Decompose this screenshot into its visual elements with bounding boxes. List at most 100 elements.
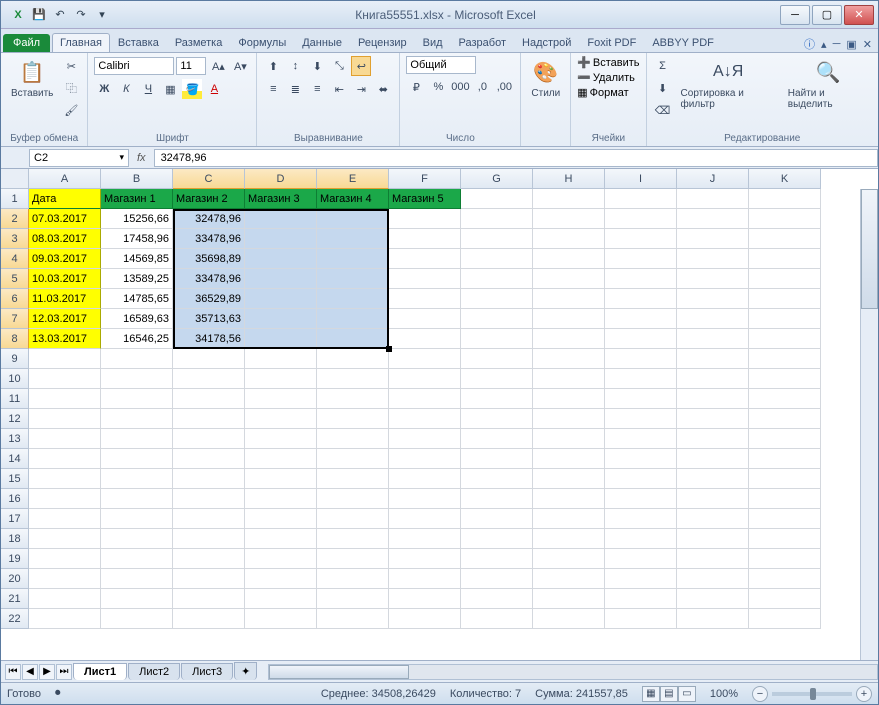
cell[interactable]	[317, 569, 389, 589]
cell[interactable]	[461, 229, 533, 249]
cell[interactable]	[605, 349, 677, 369]
format-painter-icon[interactable]: 🖌	[61, 100, 81, 120]
cell[interactable]	[389, 309, 461, 329]
bold-icon[interactable]: Ж	[94, 79, 114, 99]
tab-review[interactable]: Рецензир	[350, 33, 415, 52]
cell[interactable]	[245, 269, 317, 289]
tab-developer[interactable]: Разработ	[451, 33, 514, 52]
col-header-C[interactable]: C	[173, 169, 245, 189]
cell[interactable]	[677, 369, 749, 389]
cell[interactable]	[749, 389, 821, 409]
cell[interactable]	[317, 489, 389, 509]
cell[interactable]	[605, 229, 677, 249]
cell[interactable]	[605, 529, 677, 549]
cell[interactable]	[101, 589, 173, 609]
cell[interactable]	[605, 389, 677, 409]
row-header-22[interactable]: 22	[1, 609, 29, 629]
col-header-G[interactable]: G	[461, 169, 533, 189]
cell[interactable]: 33478,96	[173, 269, 245, 289]
cell[interactable]	[317, 229, 389, 249]
cell[interactable]	[461, 509, 533, 529]
cell[interactable]	[389, 429, 461, 449]
zoom-level[interactable]: 100%	[710, 688, 738, 700]
col-header-F[interactable]: F	[389, 169, 461, 189]
orientation-icon[interactable]: ⤡	[329, 56, 349, 76]
cell[interactable]	[173, 609, 245, 629]
tab-insert[interactable]: Вставка	[110, 33, 167, 52]
cell[interactable]	[461, 389, 533, 409]
cell[interactable]	[461, 589, 533, 609]
italic-icon[interactable]: К	[116, 79, 136, 99]
cell[interactable]	[605, 589, 677, 609]
cell[interactable]	[389, 369, 461, 389]
tab-layout[interactable]: Разметка	[167, 33, 231, 52]
cell[interactable]	[605, 369, 677, 389]
zoom-out-button[interactable]: −	[752, 686, 768, 702]
cell[interactable]: 09.03.2017	[29, 249, 101, 269]
cell[interactable]	[29, 609, 101, 629]
cell[interactable]	[389, 489, 461, 509]
cell[interactable]	[317, 269, 389, 289]
comma-icon[interactable]: 000	[450, 77, 470, 97]
cell[interactable]	[749, 609, 821, 629]
cell[interactable]	[245, 569, 317, 589]
cell[interactable]	[461, 269, 533, 289]
cell[interactable]	[461, 289, 533, 309]
macro-record-icon[interactable]: ⏺	[55, 687, 61, 700]
cell[interactable]	[317, 389, 389, 409]
cell[interactable]: 33478,96	[173, 229, 245, 249]
select-all-corner[interactable]	[1, 169, 29, 189]
row-header-1[interactable]: 1	[1, 189, 29, 209]
cell[interactable]	[245, 289, 317, 309]
number-format-combo[interactable]: Общий	[406, 56, 476, 74]
cell[interactable]	[389, 449, 461, 469]
cell[interactable]	[749, 489, 821, 509]
cell[interactable]	[173, 409, 245, 429]
cell[interactable]	[389, 389, 461, 409]
cell[interactable]: Магазин 4	[317, 189, 389, 209]
cell[interactable]	[605, 209, 677, 229]
cell[interactable]	[389, 569, 461, 589]
cell[interactable]: Магазин 2	[173, 189, 245, 209]
cell[interactable]	[533, 449, 605, 469]
cell[interactable]	[605, 509, 677, 529]
row-header-14[interactable]: 14	[1, 449, 29, 469]
cell[interactable]	[605, 569, 677, 589]
cell[interactable]	[389, 509, 461, 529]
cell[interactable]	[677, 469, 749, 489]
cell[interactable]	[317, 209, 389, 229]
cell[interactable]	[533, 429, 605, 449]
cell[interactable]	[389, 209, 461, 229]
cell[interactable]	[677, 429, 749, 449]
cell[interactable]	[245, 509, 317, 529]
cell[interactable]	[317, 609, 389, 629]
cell[interactable]	[389, 469, 461, 489]
cell[interactable]	[461, 529, 533, 549]
percent-icon[interactable]: %	[428, 77, 448, 97]
cell[interactable]	[605, 289, 677, 309]
decrease-indent-icon[interactable]: ⇤	[329, 79, 349, 99]
cell[interactable]	[461, 469, 533, 489]
new-sheet-button[interactable]: ✦	[234, 662, 257, 680]
cell[interactable]	[29, 389, 101, 409]
cell[interactable]	[245, 329, 317, 349]
font-name-combo[interactable]: Calibri	[94, 57, 174, 75]
cell[interactable]	[749, 509, 821, 529]
row-header-18[interactable]: 18	[1, 529, 29, 549]
cell[interactable]	[461, 569, 533, 589]
cell[interactable]	[245, 589, 317, 609]
font-color-icon[interactable]: А	[204, 79, 224, 99]
cell[interactable]	[461, 489, 533, 509]
decrease-decimal-icon[interactable]: ,00	[494, 77, 514, 97]
cell[interactable]	[317, 549, 389, 569]
increase-indent-icon[interactable]: ⇥	[351, 79, 371, 99]
cell[interactable]	[749, 349, 821, 369]
close-button[interactable]: ✕	[844, 5, 874, 25]
vertical-scrollbar[interactable]	[860, 189, 878, 660]
cell[interactable]	[677, 309, 749, 329]
cell[interactable]	[389, 589, 461, 609]
cell[interactable]	[749, 549, 821, 569]
cell[interactable]	[317, 529, 389, 549]
cell[interactable]: Магазин 1	[101, 189, 173, 209]
cell[interactable]	[29, 569, 101, 589]
